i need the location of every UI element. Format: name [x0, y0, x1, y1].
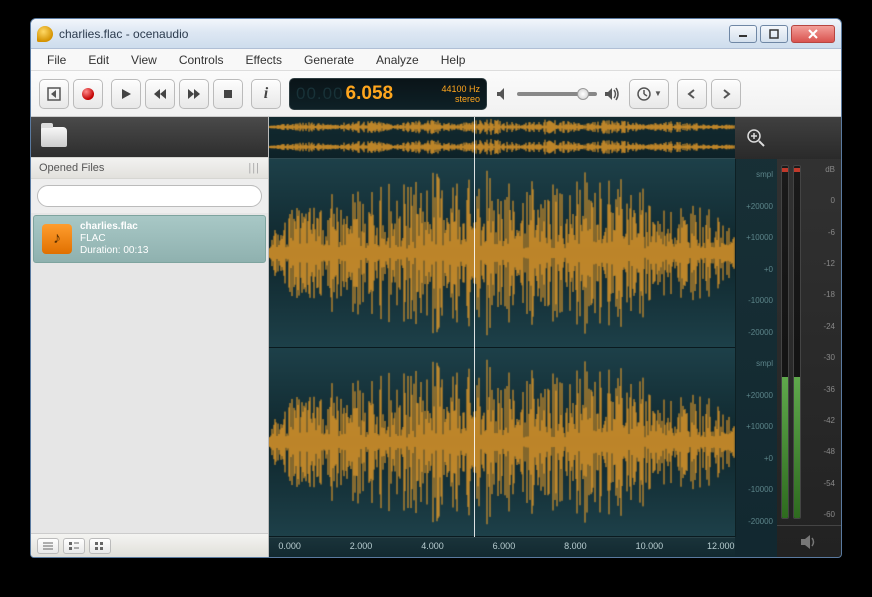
view-grid-button[interactable]	[89, 538, 111, 554]
level-meters: dB0-6-12-18-24-30-36-42-48-54-60	[777, 117, 841, 557]
music-note-icon: ♪	[42, 224, 72, 254]
info-button[interactable]: i	[251, 79, 281, 109]
menu-analyze[interactable]: Analyze	[366, 51, 429, 69]
goto-start-button[interactable]	[39, 79, 69, 109]
time-ruler[interactable]: 0.0002.0004.0006.0008.00010.00012.000	[269, 537, 735, 557]
file-list[interactable]: ♪ charlies.flac FLAC Duration: 00:13	[31, 213, 268, 533]
menubar: File Edit View Controls Effects Generate…	[31, 49, 841, 71]
volume-high-icon	[603, 86, 621, 102]
track-left	[269, 159, 735, 348]
titlebar[interactable]: charlies.flac - ocenaudio	[31, 19, 841, 49]
volume-slider[interactable]	[517, 92, 597, 96]
nav-back-button[interactable]	[677, 79, 707, 109]
app-window: charlies.flac - ocenaudio File Edit View…	[30, 18, 842, 558]
menu-file[interactable]: File	[37, 51, 76, 69]
meter-right	[793, 165, 801, 519]
sidebar: Opened Files||| ♪ charlies.flac FLAC Dur…	[31, 117, 269, 557]
waveform-tracks[interactable]	[269, 159, 735, 537]
stop-button[interactable]	[213, 79, 243, 109]
speaker-icon[interactable]	[799, 534, 819, 550]
sidebar-footer	[31, 533, 268, 557]
search-input[interactable]	[37, 185, 262, 207]
amplitude-scale-column: smpl+20000+10000+0-10000-20000smpl+20000…	[735, 117, 777, 557]
grip-icon[interactable]: |||	[248, 162, 260, 174]
counter-leading: 00.00	[296, 84, 344, 104]
volume-low-icon	[495, 86, 511, 102]
overview-waveform[interactable]	[269, 117, 735, 159]
close-button[interactable]	[791, 25, 835, 43]
counter-mode: stereo	[441, 94, 480, 104]
rewind-button[interactable]	[145, 79, 175, 109]
search-row	[31, 179, 268, 213]
sidebar-header[interactable]	[31, 117, 268, 157]
menu-controls[interactable]: Controls	[169, 51, 234, 69]
counter-time: 6.058	[346, 83, 442, 105]
folder-icon	[41, 127, 67, 147]
meter-left	[781, 165, 789, 519]
maximize-button[interactable]	[760, 25, 788, 43]
view-list-button[interactable]	[37, 538, 59, 554]
minimize-button[interactable]	[729, 25, 757, 43]
zoom-in-icon[interactable]	[746, 128, 766, 148]
menu-view[interactable]: View	[121, 51, 167, 69]
file-item[interactable]: ♪ charlies.flac FLAC Duration: 00:13	[33, 215, 266, 263]
waveform-area: 0.0002.0004.0006.0008.00010.00012.000 sm…	[269, 117, 841, 557]
forward-button[interactable]	[179, 79, 209, 109]
time-counter[interactable]: 00.00 6.058 44100 Hz stereo	[289, 78, 487, 110]
main-area: Opened Files||| ♪ charlies.flac FLAC Dur…	[31, 117, 841, 557]
menu-help[interactable]: Help	[431, 51, 476, 69]
window-title: charlies.flac - ocenaudio	[59, 27, 188, 41]
view-detail-button[interactable]	[63, 538, 85, 554]
file-duration: Duration: 00:13	[80, 245, 148, 257]
track-right	[269, 348, 735, 537]
menu-edit[interactable]: Edit	[78, 51, 119, 69]
file-name: charlies.flac	[80, 221, 148, 233]
toolbar: i 00.00 6.058 44100 Hz stereo ▼	[31, 71, 841, 117]
menu-effects[interactable]: Effects	[236, 51, 292, 69]
sidebar-title: Opened Files|||	[31, 157, 268, 179]
menu-generate[interactable]: Generate	[294, 51, 364, 69]
history-button[interactable]: ▼	[629, 79, 669, 109]
nav-forward-button[interactable]	[711, 79, 741, 109]
play-button[interactable]	[111, 79, 141, 109]
volume-control	[495, 86, 621, 102]
counter-rate: 44100 Hz	[441, 84, 480, 94]
app-icon	[37, 26, 53, 42]
record-button[interactable]	[73, 79, 103, 109]
file-format: FLAC	[80, 233, 148, 245]
